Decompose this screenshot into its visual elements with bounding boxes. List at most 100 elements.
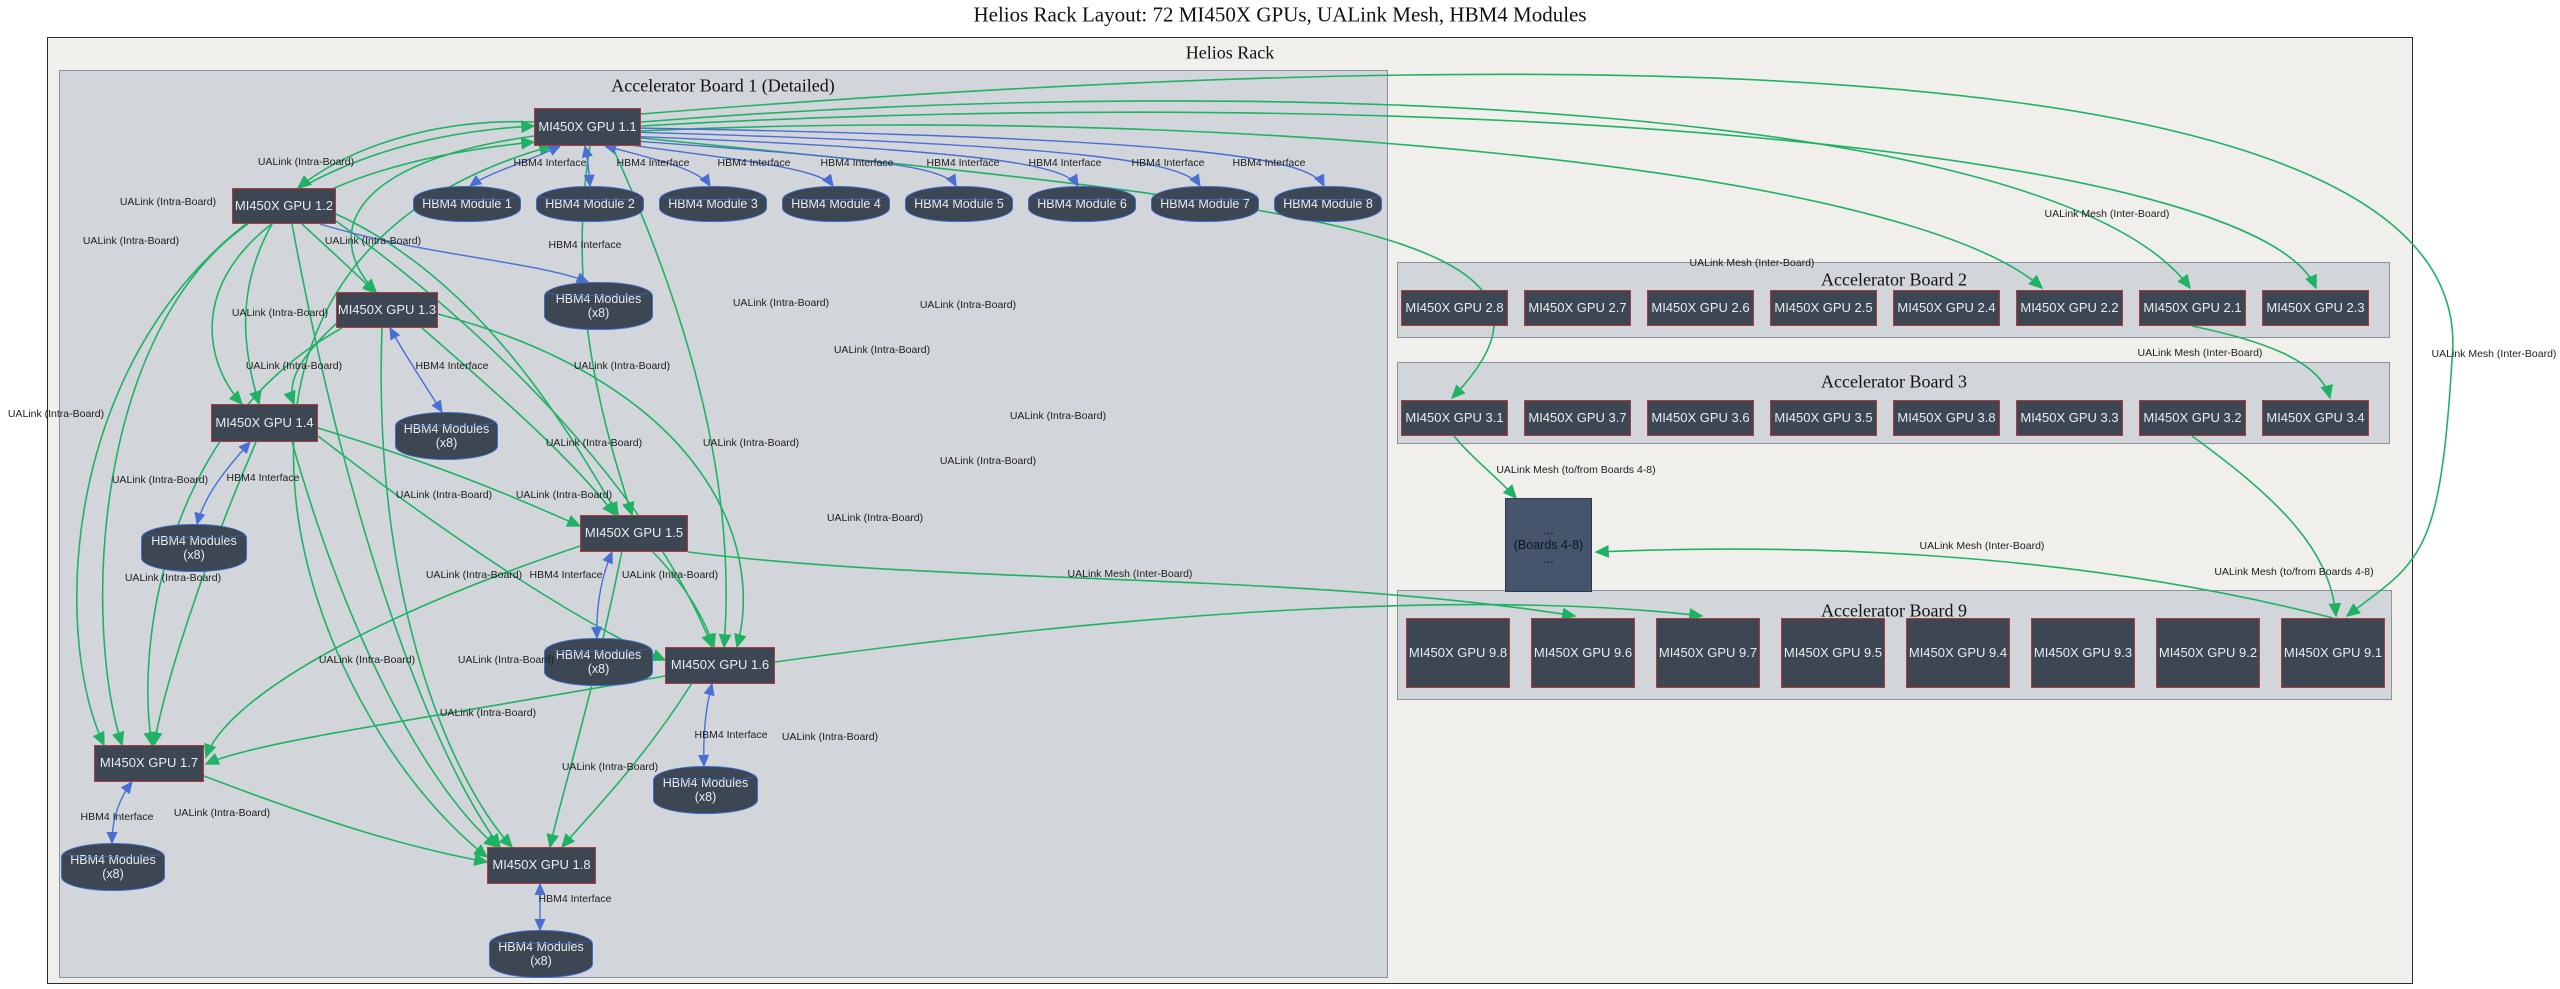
- edge-label-ualink-intra: UALink (Intra-Board): [318, 654, 416, 666]
- edge-ualink-intra: [291, 441, 499, 849]
- hbm-x8-line1: HBM4 Modules: [403, 421, 490, 436]
- hbm-module-1: HBM4 Module 1: [413, 186, 521, 222]
- gpu-node-3-6: MI450X GPU 3.6: [1647, 400, 1754, 436]
- gpu-node-9-4: MI450X GPU 9.4: [1906, 618, 2010, 688]
- gpu-node-9-3: MI450X GPU 9.3: [2031, 618, 2135, 688]
- edge-label-hbm-interface: HBM4 Interface: [1131, 157, 1205, 169]
- board2-title: Accelerator Board 2: [1821, 269, 1967, 290]
- rack-title: Helios Rack: [1185, 42, 1275, 63]
- edge-label-ualink-intra: UALink (Intra-Board): [124, 572, 222, 584]
- gpu-node-9-7: MI450X GPU 9.7: [1656, 618, 1760, 688]
- edge-ualink-mesh: [687, 551, 1577, 621]
- edge-hbm: [698, 682, 715, 768]
- gpu-node-9-5: MI450X GPU 9.5: [1781, 618, 1885, 688]
- hbm-module-6: HBM4 Module 6: [1028, 186, 1136, 222]
- edge-label-hbm-interface: HBM4 Interface: [529, 569, 603, 581]
- edge-ualink-intra: [651, 550, 716, 649]
- hbm-x8-line1: HBM4 Modules: [70, 852, 156, 867]
- hbm-x8-line1: HBM4 Modules: [555, 291, 642, 306]
- edge-label-ualink-intra: UALink (Intra-Board): [826, 512, 924, 524]
- gpu-node-1-7: MI450X GPU 1.7: [94, 745, 204, 782]
- edge-label-ualink-intra: UALink (Intra-Board): [732, 297, 830, 309]
- edge-label-ualink-intra: UALink (Intra-Board): [545, 437, 643, 449]
- hbm-x8-gpu-1-8: HBM4 Modules (x8): [489, 930, 593, 978]
- edge-label-ualink-intra: UALink (Intra-Board): [82, 235, 180, 247]
- edge-ualink-intra: [149, 441, 257, 747]
- gpu-node-1-6: MI450X GPU 1.6: [665, 647, 775, 684]
- edge-label-ualink-mesh-inter: UALink Mesh (Inter-Board): [2137, 347, 2263, 359]
- hbm-x8-line1: HBM4 Modules: [662, 775, 749, 790]
- hbm-module-8: HBM4 Module 8: [1274, 186, 1382, 222]
- edge-label-hbm-interface: HBM4 Interface: [513, 157, 587, 169]
- gpu-node-3-3: MI450X GPU 3.3: [2016, 400, 2123, 436]
- gpu-node-2-1: MI450X GPU 2.1: [2139, 290, 2246, 326]
- gpu-node-3-4: MI450X GPU 3.4: [2262, 400, 2369, 436]
- edge-label-ualink-intra: UALink (Intra-Board): [939, 455, 1037, 467]
- edge-label-ualink-intra: UALink (Intra-Board): [245, 360, 343, 372]
- hbm-x8-line2: (x8): [530, 954, 552, 968]
- gpu-node-3-7: MI450X GPU 3.7: [1524, 400, 1631, 436]
- edge-label-hbm-interface: HBM4 Interface: [226, 472, 300, 484]
- edge-label-hbm-interface: HBM4 Interface: [548, 239, 622, 251]
- edge-label-ualink-intra: UALink (Intra-Board): [515, 489, 613, 501]
- edge-ualink-intra: [204, 675, 666, 765]
- hbm-x8-line2: (x8): [587, 662, 610, 676]
- gpu-node-9-6: MI450X GPU 9.6: [1531, 618, 1635, 688]
- hbm-x8-line2: (x8): [587, 306, 610, 320]
- edge-label-ualink-mesh-inter: UALink Mesh (Inter-Board): [1689, 257, 1815, 269]
- gpu-node-3-1: MI450X GPU 3.1: [1401, 400, 1508, 436]
- board1-title: Accelerator Board 1 (Detailed): [611, 75, 835, 96]
- hbm-x8-gpu-1-5: HBM4 Modules (x8): [544, 638, 653, 686]
- page-title: Helios Rack Layout: 72 MI450X GPUs, UALi…: [973, 2, 1587, 27]
- edge-label-ualink-intra: UALink (Intra-Board): [7, 408, 105, 420]
- hbm-module-3: HBM4 Module 3: [659, 186, 767, 222]
- edge-label-hbm-interface: HBM4 Interface: [1232, 157, 1306, 169]
- edge-label-ualink-intra: UALink (Intra-Board): [573, 360, 671, 372]
- hbm-module-4: HBM4 Module 4: [782, 186, 890, 222]
- edge-label-hbm-interface: HBM4 Interface: [415, 360, 489, 372]
- hbm-x8-line2: (x8): [102, 867, 124, 881]
- gpu-node-1-8: MI450X GPU 1.8: [487, 847, 596, 884]
- gpu-node-9-1: MI450X GPU 9.1: [2281, 618, 2385, 688]
- gpu-node-1-5: MI450X GPU 1.5: [580, 515, 688, 552]
- hbm-x8-line1: HBM4 Modules: [555, 647, 642, 662]
- edge-label-ualink-intra: UALink (Intra-Board): [425, 569, 523, 581]
- edge-label-ualink-intra: UALink (Intra-Board): [561, 761, 659, 773]
- hbm-x8-line2: (x8): [694, 790, 717, 804]
- edge-label-ualink-mesh-inter: UALink Mesh (Inter-Board): [2044, 208, 2170, 220]
- edge-label-ualink-mesh-4-8: UALink Mesh (to/from Boards 4-8): [1496, 464, 1656, 476]
- edge-label-ualink-intra: UALink (Intra-Board): [1009, 410, 1107, 422]
- edge-ualink-mesh: [2191, 325, 2333, 400]
- hbm-module-7: HBM4 Module 7: [1151, 186, 1259, 222]
- gpu-node-2-6: MI450X GPU 2.6: [1647, 290, 1754, 326]
- edge-label-ualink-intra: UALink (Intra-Board): [395, 489, 493, 501]
- edge-label-ualink-intra: UALink (Intra-Board): [621, 569, 719, 581]
- hbm-x8-line1: HBM4 Modules: [151, 533, 237, 548]
- gpu-node-9-2: MI450X GPU 9.2: [2156, 618, 2260, 688]
- hbm-module-5: HBM4 Module 5: [905, 186, 1013, 222]
- edge-label-ualink-intra: UALink (Intra-Board): [257, 156, 355, 168]
- diagram-canvas: Helios Rack Layout: 72 MI450X GPUs, UALi…: [0, 0, 2560, 989]
- hbm-x8-line2: (x8): [183, 548, 205, 562]
- edge-label-hbm-interface: HBM4 Interface: [820, 157, 894, 169]
- boards-4-8-node: ... (Boards 4-8)...: [1505, 498, 1592, 592]
- edge-label-ualink-intra: UALink (Intra-Board): [231, 307, 329, 319]
- edge-label-hbm-interface: HBM4 Interface: [80, 811, 154, 823]
- edge-label-ualink-intra: UALink (Intra-Board): [173, 807, 271, 819]
- edge-label-ualink-mesh-inter: UALink Mesh (Inter-Board): [2431, 348, 2557, 360]
- gpu-node-2-7: MI450X GPU 2.7: [1524, 290, 1631, 326]
- board3-title: Accelerator Board 3: [1821, 371, 1967, 392]
- edge-label-ualink-intra: UALink (Intra-Board): [833, 344, 931, 356]
- edges-layer: [75, 73, 2454, 932]
- edge-label-ualink-intra: UALink (Intra-Board): [324, 235, 422, 247]
- edge-label-ualink-intra: UALink (Intra-Board): [111, 474, 209, 486]
- gpu-node-2-2: MI450X GPU 2.2: [2016, 290, 2123, 326]
- hbm-module-2: HBM4 Module 2: [536, 186, 644, 222]
- edge-ualink-intra: [546, 550, 623, 849]
- hbm-x8-gpu-1-4: HBM4 Modules (x8): [141, 524, 247, 572]
- boards-4-8-dots-bottom: ...: [1543, 552, 1554, 567]
- edge-label-ualink-intra: UALink (Intra-Board): [439, 707, 537, 719]
- hbm-x8-line1: HBM4 Modules: [498, 939, 584, 954]
- board9-title: Accelerator Board 9: [1821, 600, 1967, 621]
- gpu-node-2-5: MI450X GPU 2.5: [1770, 290, 1877, 326]
